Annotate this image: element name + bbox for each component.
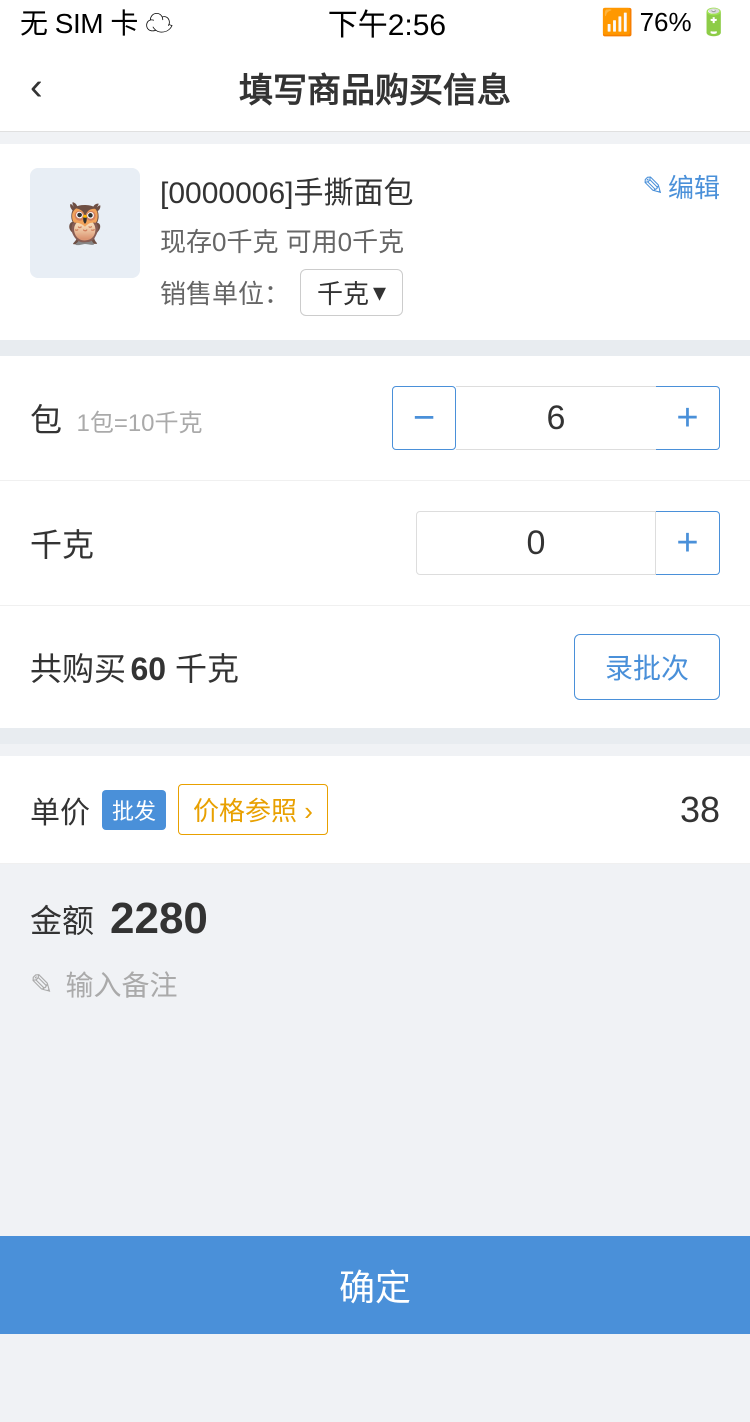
amount-row: 金额 2280	[30, 894, 720, 944]
page-title: 填写商品购买信息	[239, 63, 511, 112]
product-stock: 现存0千克 可用0千克	[160, 222, 720, 259]
bao-label: 包	[30, 402, 62, 438]
total-row: 共购买 60 千克 录批次	[0, 606, 750, 728]
kg-row: 千克 +	[0, 481, 750, 606]
minus-icon: −	[413, 397, 435, 440]
edit-button[interactable]: ✎ 编辑	[642, 168, 720, 205]
bao-row: 包 1包=10千克 − +	[0, 356, 750, 481]
edit-icon: ✎	[642, 171, 664, 202]
kg-quantity-control: +	[416, 511, 720, 575]
price-section: 单价 批发 价格参照 › 38	[0, 756, 750, 864]
battery-bar: 🔋	[698, 7, 730, 38]
product-info: [0000006]手撕面包 ✎ 编辑 现存0千克 可用0千克 销售单位： 千克 …	[160, 168, 720, 316]
price-label: 单价	[30, 788, 90, 832]
confirm-button[interactable]: 确定	[0, 1236, 750, 1334]
total-summary: 共购买 60 千克	[30, 644, 239, 690]
chevron-down-icon: ▾	[373, 277, 386, 308]
batch-button[interactable]: 录批次	[574, 634, 720, 700]
total-unit: 千克	[175, 651, 239, 687]
bao-plus-button[interactable]: +	[656, 386, 720, 450]
bao-label-group: 包 1包=10千克	[30, 395, 203, 441]
main-content: 无 SIM 卡 ☁ 下午2:56 📶 76% 🔋 ‹ 填写商品购买信息 🦉 [0…	[0, 0, 750, 1422]
remark-row[interactable]: ✎ 输入备注	[30, 964, 720, 1004]
amount-value: 2280	[110, 894, 208, 944]
product-name: [0000006]手撕面包	[160, 168, 413, 212]
kg-quantity-input[interactable]	[416, 511, 656, 575]
kg-label: 千克	[30, 520, 94, 566]
nav-bar: ‹ 填写商品购买信息	[0, 44, 750, 132]
bao-minus-button[interactable]: −	[392, 386, 456, 450]
pencil-icon: ✎	[30, 968, 53, 1001]
battery-icon: 📶	[601, 7, 633, 38]
status-bar: 无 SIM 卡 ☁ 下午2:56 📶 76% 🔋	[0, 0, 750, 44]
amount-label: 金额	[30, 896, 94, 942]
battery-percent: 76%	[640, 7, 692, 38]
back-button[interactable]: ‹	[20, 56, 53, 119]
divider-2	[0, 728, 750, 744]
price-reference-button[interactable]: 价格参照 ›	[178, 784, 328, 835]
product-thumbnail: 🦉	[30, 168, 140, 278]
product-card: 🦉 [0000006]手撕面包 ✎ 编辑 现存0千克 可用0千克 销售单位： 千…	[0, 144, 750, 340]
total-prefix: 共购买	[30, 651, 126, 687]
total-amount: 60	[130, 651, 174, 687]
price-tag: 批发	[102, 790, 166, 830]
quantity-section: 包 1包=10千克 − + 千克 +	[0, 356, 750, 728]
remark-placeholder: 输入备注	[65, 964, 177, 1004]
price-value: 38	[680, 789, 720, 831]
unit-label: 销售单位：	[160, 274, 290, 311]
product-name-row: [0000006]手撕面包 ✎ 编辑	[160, 168, 720, 212]
bao-quantity-input[interactable]	[456, 386, 656, 450]
status-right: 📶 76% 🔋	[601, 7, 730, 38]
divider-1	[0, 340, 750, 356]
kg-plus-icon: +	[676, 522, 698, 565]
price-left: 单价 批发 价格参照 ›	[30, 784, 328, 835]
confirm-label: 确定	[339, 1259, 411, 1311]
plus-icon: +	[676, 397, 698, 440]
unit-value: 千克	[317, 274, 369, 311]
amount-section: 金额 2280 ✎ 输入备注	[0, 864, 750, 1024]
status-left: 无 SIM 卡 ☁	[20, 2, 173, 42]
bao-hint: 1包=10千克	[76, 410, 202, 437]
price-row: 单价 批发 价格参照 › 38	[0, 756, 750, 864]
product-unit-row: 销售单位： 千克 ▾	[160, 269, 720, 316]
status-time: 下午2:56	[328, 0, 446, 44]
product-thumb-icon: 🦉	[60, 200, 110, 247]
edit-label: 编辑	[668, 168, 720, 205]
bao-quantity-control: − +	[392, 386, 720, 450]
unit-selector[interactable]: 千克 ▾	[300, 269, 403, 316]
kg-plus-button[interactable]: +	[656, 511, 720, 575]
